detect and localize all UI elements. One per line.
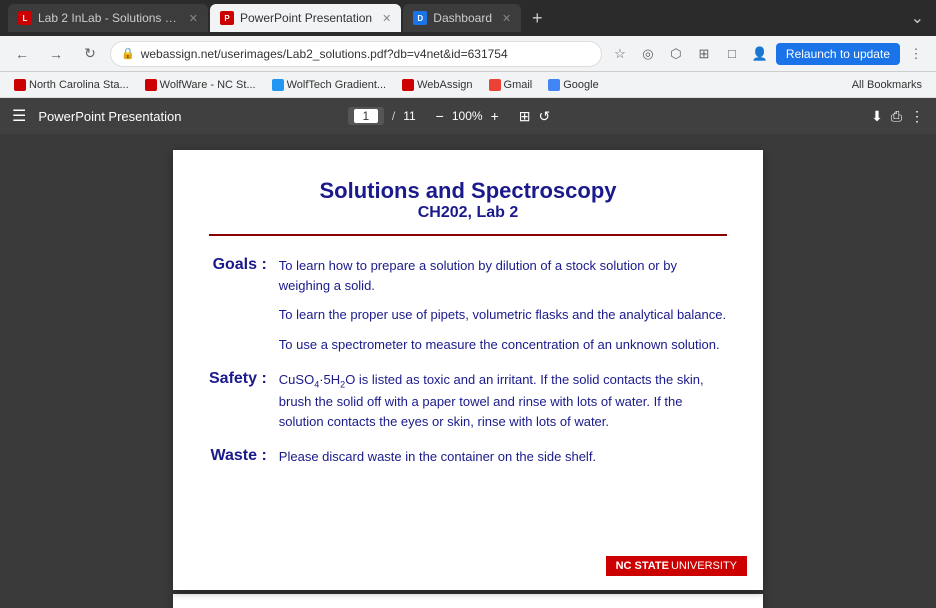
bookmark-nc-state[interactable]: North Carolina Sta... <box>8 77 135 93</box>
ppt-toolbar: ☰ PowerPoint Presentation 1 / 11 − 100% … <box>0 98 936 134</box>
print-icon[interactable]: ⎙ <box>891 108 902 125</box>
zoom-control: − 100% + <box>432 108 503 124</box>
profile-icon[interactable]: ◎ <box>636 42 660 66</box>
bookmark-wolfware-favicon <box>145 79 157 91</box>
bookmarks-bar: North Carolina Sta... WolfWare - NC St..… <box>0 72 936 98</box>
pdf-area: Solutions and Spectroscopy CH202, Lab 2 … <box>0 134 936 608</box>
zoom-value: 100% <box>452 109 483 123</box>
goal-1: To learn how to prepare a solution by di… <box>279 256 727 295</box>
waste-label: Waste : <box>209 447 279 483</box>
page-control: 1 / 11 − 100% + ⊞ ↺ <box>348 107 550 125</box>
tab-bar-menu[interactable]: ⌄ <box>907 4 928 32</box>
goals-label: Goals : <box>209 256 279 370</box>
relaunch-button[interactable]: Relaunch to update <box>776 43 900 65</box>
zoom-out-button[interactable]: − <box>432 108 448 124</box>
goal-2: To learn the proper use of pipets, volum… <box>279 305 727 325</box>
bookmark-wolftech-favicon <box>272 79 284 91</box>
url-bar[interactable]: 🔒 webassign.net/userimages/Lab2_solution… <box>110 41 602 67</box>
slide-header: Solutions and Spectroscopy CH202, Lab 2 <box>209 178 727 236</box>
slide-main: Solutions and Spectroscopy CH202, Lab 2 … <box>173 150 763 590</box>
safety-label: Safety : <box>209 370 279 447</box>
bookmark-gmail-favicon <box>489 79 501 91</box>
goal-3: To use a spectrometer to measure the con… <box>279 335 727 355</box>
page-separator: / <box>392 109 395 123</box>
rotate-icon[interactable]: ↺ <box>538 108 550 125</box>
bookmark-webassign-favicon <box>402 79 414 91</box>
url-text: webassign.net/userimages/Lab2_solutions.… <box>141 47 591 61</box>
more-icon[interactable]: ⋮ <box>904 42 928 66</box>
waste-text: Please discard waste in the container on… <box>279 447 727 467</box>
bookmark-webassign[interactable]: WebAssign <box>396 77 478 93</box>
total-pages: 11 <box>403 109 415 123</box>
bookmark-gmail-label: Gmail <box>504 79 533 91</box>
extension-icon1[interactable]: ⬡ <box>664 42 688 66</box>
goals-row: Goals : To learn how to prepare a soluti… <box>209 256 727 370</box>
safety-row: Safety : CuSO4·5H2O is listed as toxic a… <box>209 370 727 447</box>
ppt-toolbar-right: ⬇ ⎙ ⋮ <box>871 108 924 125</box>
page-input-wrap: 1 <box>348 107 384 125</box>
extension-icon2[interactable]: ⊞ <box>692 42 716 66</box>
content-table: Goals : To learn how to prepare a soluti… <box>209 256 727 483</box>
tab-powerpoint[interactable]: P PowerPoint Presentation ✕ <box>210 4 401 32</box>
tab-bar: L Lab 2 InLab - Solutions and S... ✕ P P… <box>0 0 936 36</box>
tab3-favicon: D <box>413 11 427 25</box>
address-bar: ← → ↻ 🔒 webassign.net/userimages/Lab2_so… <box>0 36 936 72</box>
bookmark-webassign-label: WebAssign <box>417 79 472 91</box>
bookmark-google-label: Google <box>563 79 598 91</box>
tab3-close[interactable]: ✕ <box>502 12 511 25</box>
safety-text: CuSO4·5H2O is listed as toxic and an irr… <box>279 370 727 431</box>
forward-button[interactable]: → <box>42 40 70 68</box>
safety-content: CuSO4·5H2O is listed as toxic and an irr… <box>279 370 727 447</box>
ppt-title: PowerPoint Presentation <box>38 109 181 124</box>
goals-content: To learn how to prepare a solution by di… <box>279 256 727 370</box>
nc-state-text: NC STATE <box>616 560 669 572</box>
tab3-label: Dashboard <box>433 11 492 25</box>
bookmark-star-icon[interactable]: ☆ <box>608 42 632 66</box>
tab2-close[interactable]: ✕ <box>382 12 391 25</box>
current-page-input[interactable]: 1 <box>354 109 378 123</box>
download-icon[interactable]: ⬇ <box>871 108 883 125</box>
bookmark-google-favicon <box>548 79 560 91</box>
more-options-icon[interactable]: ⋮ <box>910 108 924 125</box>
waste-row: Waste : Please discard waste in the cont… <box>209 447 727 483</box>
ppt-view-icons: ⊞ ↺ <box>519 108 550 125</box>
extension-icon3[interactable]: □ <box>720 42 744 66</box>
nc-state-logo: NC STATE UNIVERSITY <box>606 556 747 576</box>
zoom-in-button[interactable]: + <box>487 108 503 124</box>
tab1-close[interactable]: ✕ <box>189 12 198 25</box>
bookmark-wolfware-label: WolfWare - NC St... <box>160 79 256 91</box>
tab-dashboard[interactable]: D Dashboard ✕ <box>403 4 521 32</box>
fullscreen-icon[interactable]: ⊞ <box>519 108 531 125</box>
user-icon[interactable]: 👤 <box>748 42 772 66</box>
lock-icon: 🔒 <box>121 47 135 60</box>
university-text: UNIVERSITY <box>671 560 737 572</box>
waste-content: Please discard waste in the container on… <box>279 447 727 483</box>
slide-title: Solutions and Spectroscopy <box>209 178 727 204</box>
bookmark-nc-label: North Carolina Sta... <box>29 79 129 91</box>
all-bookmarks[interactable]: All Bookmarks <box>846 77 928 93</box>
tab-lab2[interactable]: L Lab 2 InLab - Solutions and S... ✕ <box>8 4 208 32</box>
tab2-favicon: P <box>220 11 234 25</box>
bookmark-nc-favicon <box>14 79 26 91</box>
reload-button[interactable]: ↻ <box>76 40 104 68</box>
bookmark-google[interactable]: Google <box>542 77 604 93</box>
slide-subtitle: CH202, Lab 2 <box>209 204 727 222</box>
bookmark-wolftech[interactable]: WolfTech Gradient... <box>266 77 392 93</box>
bookmark-wolftech-label: WolfTech Gradient... <box>287 79 386 91</box>
new-tab-button[interactable]: + <box>523 4 551 32</box>
back-button[interactable]: ← <box>8 40 36 68</box>
slide-preview: Solutions <box>173 594 763 608</box>
bookmark-wolfware[interactable]: WolfWare - NC St... <box>139 77 262 93</box>
tab1-label: Lab 2 InLab - Solutions and S... <box>38 11 179 25</box>
bookmark-gmail[interactable]: Gmail <box>483 77 539 93</box>
tab1-favicon: L <box>18 11 32 25</box>
address-bar-icons: ☆ ◎ ⬡ ⊞ □ 👤 Relaunch to update ⋮ <box>608 42 928 66</box>
ppt-menu-icon[interactable]: ☰ <box>12 106 26 126</box>
tab2-label: PowerPoint Presentation <box>240 11 372 25</box>
